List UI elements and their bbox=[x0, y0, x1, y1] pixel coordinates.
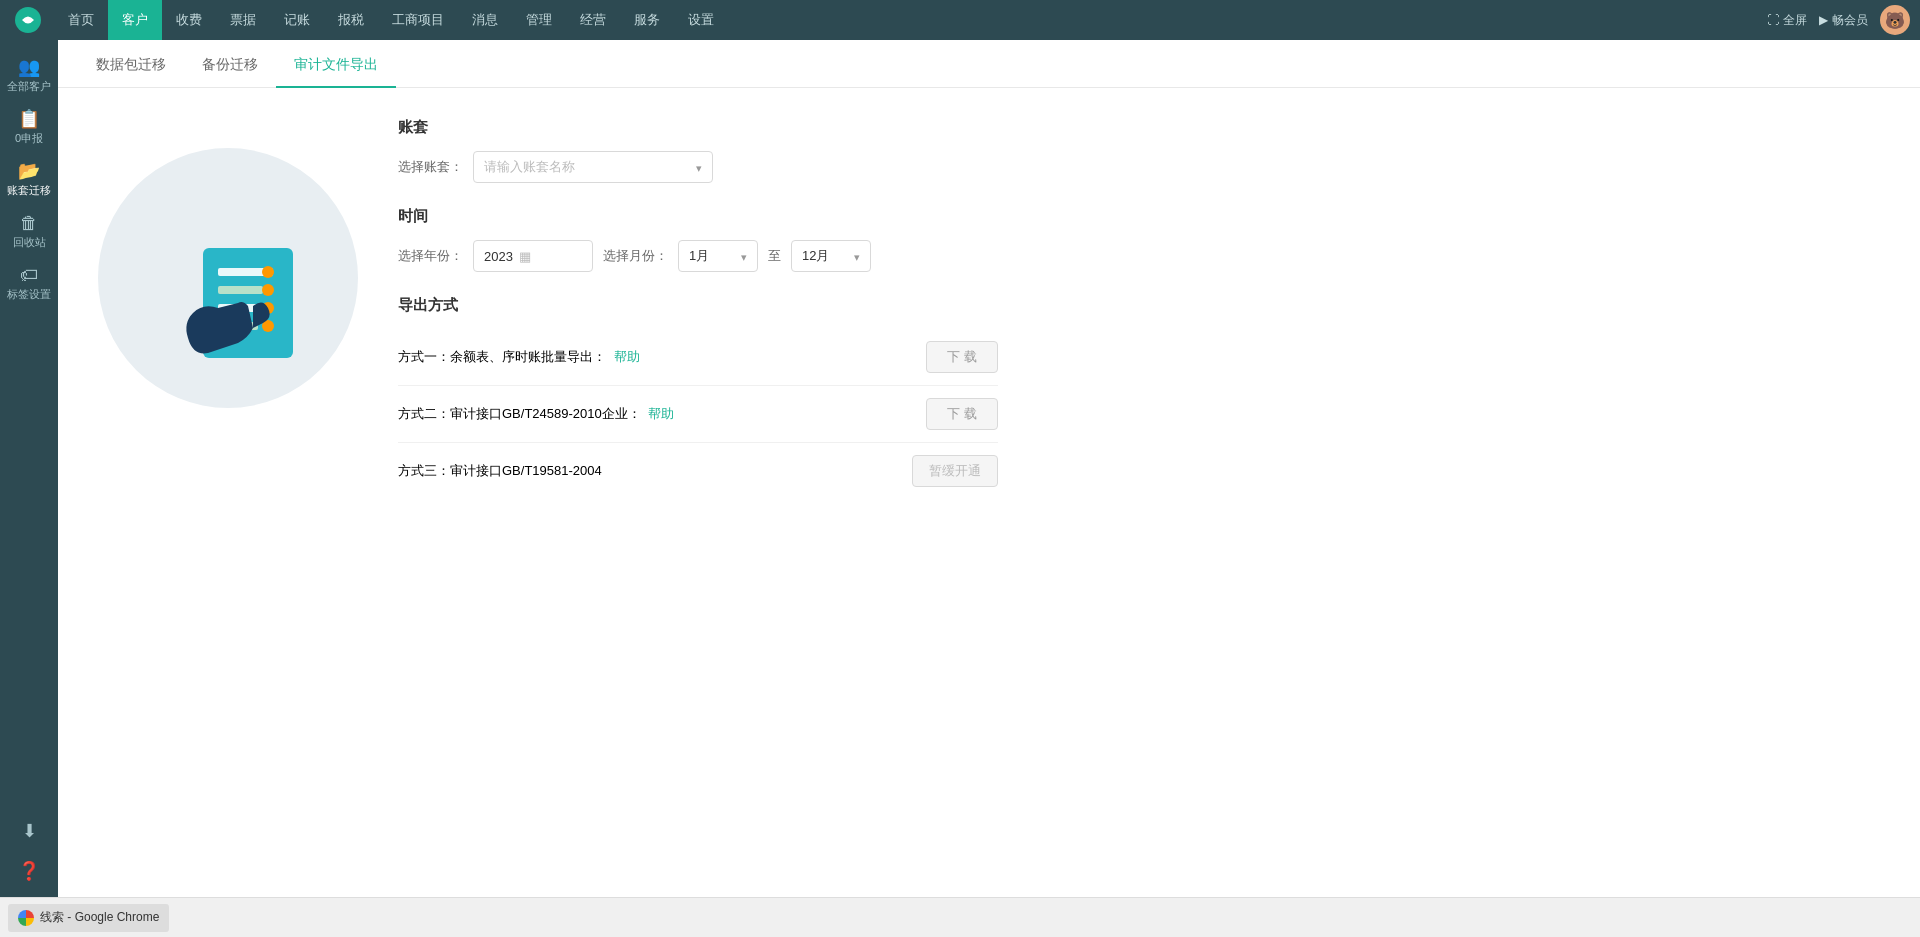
top-nav-items: 首页 客户 收费 票据 记账 报税 工商项目 消息 管理 经营 服务 设置 bbox=[54, 0, 1767, 40]
nav-tax[interactable]: 报税 bbox=[324, 0, 378, 40]
form-section: 账套 选择账套： 请输入账套名称 时间 选择年份： bbox=[398, 118, 998, 523]
svg-rect-3 bbox=[218, 286, 263, 294]
customers-icon: 👥 bbox=[18, 58, 40, 76]
month-end-value: 12月 bbox=[802, 247, 829, 265]
tab-data-migration[interactable]: 数据包迁移 bbox=[78, 44, 184, 88]
tab-bar: 数据包迁移 备份迁移 审计文件导出 bbox=[58, 40, 1920, 88]
sidebar-bottom-help[interactable]: ❓ bbox=[13, 855, 45, 887]
play-icon: ▶ bbox=[1819, 13, 1828, 27]
month-end-select[interactable]: 12月 bbox=[791, 240, 871, 272]
nav-operation[interactable]: 经营 bbox=[566, 0, 620, 40]
svg-point-7 bbox=[262, 284, 274, 296]
account-title: 账套 bbox=[398, 118, 998, 137]
main-layout: 👥 全部客户 📋 0申报 📂 账套迁移 🗑 回收站 🏷 标签设置 ⬇ ❓ 数据包… bbox=[0, 40, 1920, 897]
account-select-placeholder: 请输入账套名称 bbox=[484, 158, 575, 176]
export-method-3-label: 方式三：审计接口GB/T19581-2004 bbox=[398, 462, 602, 480]
tab-audit-export[interactable]: 审计文件导出 bbox=[276, 44, 396, 88]
download-button-2[interactable]: 下 载 bbox=[926, 398, 998, 430]
download-button-1[interactable]: 下 载 bbox=[926, 341, 998, 373]
year-value: 2023 bbox=[484, 249, 513, 264]
sidebar-label-migration: 账套迁移 bbox=[7, 183, 51, 198]
sidebar-item-all-customers[interactable]: 👥 全部客户 bbox=[1, 50, 57, 102]
logo[interactable] bbox=[10, 2, 46, 38]
left-sidebar: 👥 全部客户 📋 0申报 📂 账套迁移 🗑 回收站 🏷 标签设置 ⬇ ❓ bbox=[0, 40, 58, 897]
export-method-1-text: 方式一：余额表、序时账批量导出： bbox=[398, 349, 606, 364]
export-method-2-label: 方式二：审计接口GB/T24589-2010企业： 帮助 bbox=[398, 405, 674, 423]
account-row: 选择账套： 请输入账套名称 bbox=[398, 151, 998, 183]
export-title: 导出方式 bbox=[398, 296, 998, 315]
tab-backup-migration[interactable]: 备份迁移 bbox=[184, 44, 276, 88]
sidebar-item-zero-declare[interactable]: 📋 0申报 bbox=[1, 102, 57, 154]
month-start-value: 1月 bbox=[689, 247, 709, 265]
export-method-2-text: 方式二：审计接口GB/T24589-2010企业： bbox=[398, 406, 641, 421]
time-title: 时间 bbox=[398, 207, 998, 226]
time-section: 时间 选择年份： 2023 选择月份： 1月 至 bbox=[398, 207, 998, 272]
content-area: 数据包迁移 备份迁移 审计文件导出 bbox=[58, 40, 1920, 897]
coming-soon-button: 暂缓开通 bbox=[912, 455, 998, 487]
export-method-3-text: 方式三：审计接口GB/T19581-2004 bbox=[398, 463, 602, 478]
fullscreen-button[interactable]: ⛶ 全屏 bbox=[1767, 12, 1807, 29]
nav-billing[interactable]: 收费 bbox=[162, 0, 216, 40]
chrome-icon bbox=[18, 910, 34, 926]
migration-icon: 📂 bbox=[18, 162, 40, 180]
export-method-2: 方式二：审计接口GB/T24589-2010企业： 帮助 下 载 bbox=[398, 386, 998, 443]
nav-home[interactable]: 首页 bbox=[54, 0, 108, 40]
export-method-1-label: 方式一：余额表、序时账批量导出： 帮助 bbox=[398, 348, 640, 366]
zero-declare-icon: 📋 bbox=[18, 110, 40, 128]
chevron-down-icon bbox=[696, 160, 702, 175]
nav-manage[interactable]: 管理 bbox=[512, 0, 566, 40]
recycle-icon: 🗑 bbox=[20, 214, 38, 232]
month-start-select[interactable]: 1月 bbox=[678, 240, 758, 272]
year-label: 选择年份： bbox=[398, 247, 463, 265]
taskbar: 线索 - Google Chrome bbox=[0, 897, 1920, 937]
member-label: 畅会员 bbox=[1832, 12, 1868, 29]
nav-business[interactable]: 工商项目 bbox=[378, 0, 458, 40]
taskbar-chrome[interactable]: 线索 - Google Chrome bbox=[8, 904, 169, 932]
top-nav-right: ⛶ 全屏 ▶ 畅会员 🐻 bbox=[1767, 5, 1910, 35]
account-section: 账套 选择账套： 请输入账套名称 bbox=[398, 118, 998, 183]
nav-settings[interactable]: 设置 bbox=[674, 0, 728, 40]
fullscreen-icon: ⛶ bbox=[1767, 13, 1779, 27]
tag-icon: 🏷 bbox=[20, 266, 38, 284]
sidebar-bottom: ⬇ ❓ bbox=[13, 815, 45, 887]
avatar[interactable]: 🐻 bbox=[1880, 5, 1910, 35]
export-method-3: 方式三：审计接口GB/T19581-2004 暂缓开通 bbox=[398, 443, 998, 499]
year-input[interactable]: 2023 bbox=[473, 240, 593, 272]
export-method-2-help-link[interactable]: 帮助 bbox=[648, 406, 674, 421]
sidebar-label-recycle: 回收站 bbox=[13, 235, 46, 250]
export-method-1-help-link[interactable]: 帮助 bbox=[614, 349, 640, 364]
sidebar-bottom-download[interactable]: ⬇ bbox=[13, 815, 45, 847]
sidebar-label-zero-declare: 0申报 bbox=[15, 131, 43, 146]
account-select[interactable]: 请输入账套名称 bbox=[473, 151, 713, 183]
fullscreen-label: 全屏 bbox=[1783, 12, 1807, 29]
nav-customer[interactable]: 客户 bbox=[108, 0, 162, 40]
time-row: 选择年份： 2023 选择月份： 1月 至 12月 bbox=[398, 240, 998, 272]
nav-service[interactable]: 服务 bbox=[620, 0, 674, 40]
nav-bookkeeping[interactable]: 记账 bbox=[270, 0, 324, 40]
sidebar-item-recycle[interactable]: 🗑 回收站 bbox=[1, 206, 57, 258]
sidebar-item-tag-settings[interactable]: 🏷 标签设置 bbox=[1, 258, 57, 310]
taskbar-chrome-label: 线索 - Google Chrome bbox=[40, 909, 159, 926]
month-end-chevron bbox=[854, 249, 860, 264]
export-section: 导出方式 方式一：余额表、序时账批量导出： 帮助 下 载 方式二：审计接口GB/… bbox=[398, 296, 998, 499]
illustration bbox=[98, 148, 358, 408]
calendar-icon bbox=[519, 249, 531, 264]
svg-point-6 bbox=[262, 266, 274, 278]
member-button[interactable]: ▶ 畅会员 bbox=[1819, 12, 1868, 29]
nav-invoice[interactable]: 票据 bbox=[216, 0, 270, 40]
export-method-1: 方式一：余额表、序时账批量导出： 帮助 下 载 bbox=[398, 329, 998, 386]
nav-message[interactable]: 消息 bbox=[458, 0, 512, 40]
page-content: 账套 选择账套： 请输入账套名称 时间 选择年份： bbox=[58, 88, 1920, 897]
month-start-chevron bbox=[741, 249, 747, 264]
sidebar-label-all-customers: 全部客户 bbox=[7, 79, 51, 94]
time-divider: 至 bbox=[768, 247, 781, 265]
month-label: 选择月份： bbox=[603, 247, 668, 265]
sidebar-item-account-migration[interactable]: 📂 账套迁移 bbox=[1, 154, 57, 206]
sidebar-label-tag: 标签设置 bbox=[7, 287, 51, 302]
account-select-label: 选择账套： bbox=[398, 158, 463, 176]
top-nav: 首页 客户 收费 票据 记账 报税 工商项目 消息 管理 经营 服务 设置 ⛶ … bbox=[0, 0, 1920, 40]
